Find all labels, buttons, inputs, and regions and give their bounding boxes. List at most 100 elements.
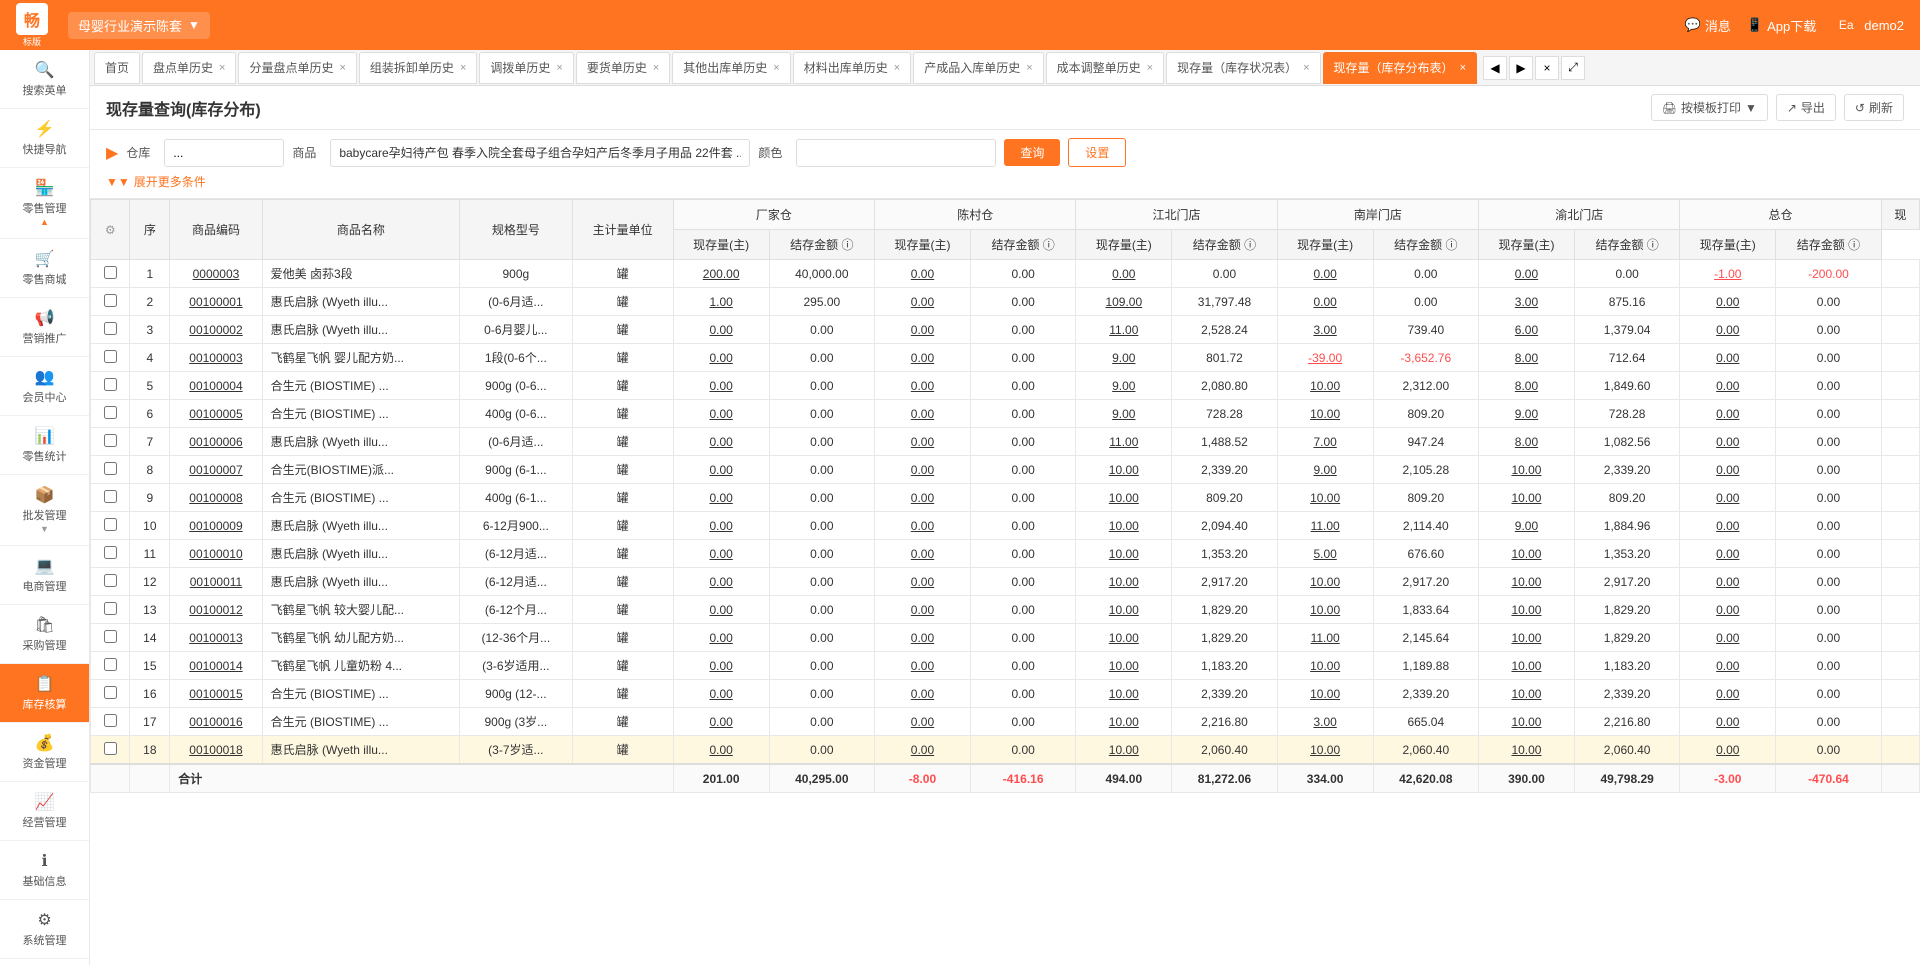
row-select[interactable] bbox=[91, 400, 130, 428]
sidebar-item-finance[interactable]: 💰 资金管理 bbox=[0, 723, 89, 782]
sidebar-item-operations[interactable]: 📈 经营管理 bbox=[0, 782, 89, 841]
row-code[interactable]: 00100014 bbox=[170, 652, 262, 680]
row-select[interactable] bbox=[91, 624, 130, 652]
row-total-stock[interactable]: 0.00 bbox=[1680, 568, 1776, 596]
tab-finished-in[interactable]: 产成品入库单历史 × bbox=[913, 52, 1043, 84]
row-total-stock[interactable]: 0.00 bbox=[1680, 540, 1776, 568]
row-code[interactable]: 00100005 bbox=[170, 400, 262, 428]
row-factory-stock[interactable]: 0.00 bbox=[673, 624, 769, 652]
row-checkbox[interactable] bbox=[104, 742, 117, 755]
row-select[interactable] bbox=[91, 652, 130, 680]
tab-expand-btn[interactable]: ⤢ bbox=[1561, 56, 1585, 80]
row-nanan-stock[interactable]: 10.00 bbox=[1277, 596, 1373, 624]
sidebar-item-retail[interactable]: 🏪 零售管理 ▲ bbox=[0, 168, 89, 239]
row-factory-stock[interactable]: 0.00 bbox=[673, 344, 769, 372]
row-nanan-stock[interactable]: 5.00 bbox=[1277, 540, 1373, 568]
row-checkbox[interactable] bbox=[104, 434, 117, 447]
row-chen-stock[interactable]: 0.00 bbox=[875, 512, 971, 540]
sidebar-item-mall[interactable]: 🛒 零售商城 bbox=[0, 239, 89, 298]
row-select[interactable] bbox=[91, 288, 130, 316]
row-yubei-stock[interactable]: 3.00 bbox=[1479, 288, 1575, 316]
row-chen-stock[interactable]: 0.00 bbox=[875, 624, 971, 652]
row-checkbox[interactable] bbox=[104, 574, 117, 587]
table-container[interactable]: ⚙ 序 商品编码 商品名称 规格型号 主计量单位 厂家仓 陈村仓 江北门店 南岸… bbox=[90, 199, 1920, 965]
close-icon[interactable]: × bbox=[773, 62, 779, 74]
row-checkbox[interactable] bbox=[104, 518, 117, 531]
tab-material-out[interactable]: 材料出库单历史 × bbox=[793, 52, 911, 84]
tab-transfer[interactable]: 调拨单历史 × bbox=[479, 52, 573, 84]
row-yubei-stock[interactable]: 10.00 bbox=[1479, 568, 1575, 596]
row-jiangbei-stock[interactable]: 11.00 bbox=[1076, 316, 1172, 344]
row-yubei-stock[interactable]: 10.00 bbox=[1479, 708, 1575, 736]
row-nanan-stock[interactable]: 10.00 bbox=[1277, 484, 1373, 512]
close-icon[interactable]: × bbox=[1460, 62, 1466, 74]
row-total-stock[interactable]: 0.00 bbox=[1680, 596, 1776, 624]
row-checkbox[interactable] bbox=[104, 490, 117, 503]
tab-stock-status[interactable]: 现存量（库存状况表） × bbox=[1166, 52, 1320, 84]
row-yubei-stock[interactable]: 0.00 bbox=[1479, 260, 1575, 288]
row-code[interactable]: 00100003 bbox=[170, 344, 262, 372]
row-yubei-stock[interactable]: 9.00 bbox=[1479, 512, 1575, 540]
tab-next-btn[interactable]: ▶ bbox=[1509, 56, 1533, 80]
row-jiangbei-stock[interactable]: 10.00 bbox=[1076, 680, 1172, 708]
row-select[interactable] bbox=[91, 316, 130, 344]
row-factory-stock[interactable]: 0.00 bbox=[673, 428, 769, 456]
row-select[interactable] bbox=[91, 596, 130, 624]
row-yubei-stock[interactable]: 10.00 bbox=[1479, 736, 1575, 765]
row-nanan-stock[interactable]: 7.00 bbox=[1277, 428, 1373, 456]
row-total-stock[interactable]: 0.00 bbox=[1680, 652, 1776, 680]
row-chen-stock[interactable]: 0.00 bbox=[875, 428, 971, 456]
warehouse-input[interactable] bbox=[164, 139, 284, 167]
row-select[interactable] bbox=[91, 344, 130, 372]
collapse-arrow[interactable]: ▶ bbox=[106, 143, 118, 163]
row-factory-stock[interactable]: 0.00 bbox=[673, 568, 769, 596]
row-yubei-stock[interactable]: 6.00 bbox=[1479, 316, 1575, 344]
row-jiangbei-stock[interactable]: 10.00 bbox=[1076, 540, 1172, 568]
row-code[interactable]: 00100006 bbox=[170, 428, 262, 456]
row-total-stock[interactable]: 0.00 bbox=[1680, 736, 1776, 765]
row-factory-stock[interactable]: 0.00 bbox=[673, 708, 769, 736]
row-factory-stock[interactable]: 0.00 bbox=[673, 736, 769, 765]
goods-input[interactable] bbox=[330, 139, 750, 167]
sidebar-item-member[interactable]: 👥 会员中心 bbox=[0, 357, 89, 416]
row-chen-stock[interactable]: 0.00 bbox=[875, 344, 971, 372]
row-nanan-stock[interactable]: 10.00 bbox=[1277, 680, 1373, 708]
color-input[interactable] bbox=[796, 139, 996, 167]
row-chen-stock[interactable]: 0.00 bbox=[875, 372, 971, 400]
row-select[interactable] bbox=[91, 736, 130, 765]
sidebar-item-wholesale[interactable]: 📦 批发管理 ▼ bbox=[0, 475, 89, 546]
row-checkbox[interactable] bbox=[104, 546, 117, 559]
row-total-stock[interactable]: 0.00 bbox=[1680, 624, 1776, 652]
close-icon[interactable]: × bbox=[1026, 62, 1032, 74]
row-factory-stock[interactable]: 0.00 bbox=[673, 484, 769, 512]
row-yubei-stock[interactable]: 8.00 bbox=[1479, 428, 1575, 456]
row-nanan-stock[interactable]: 3.00 bbox=[1277, 708, 1373, 736]
row-jiangbei-stock[interactable]: 9.00 bbox=[1076, 400, 1172, 428]
row-factory-stock[interactable]: 0.00 bbox=[673, 680, 769, 708]
row-select[interactable] bbox=[91, 540, 130, 568]
row-code[interactable]: 00100004 bbox=[170, 372, 262, 400]
row-jiangbei-stock[interactable]: 0.00 bbox=[1076, 260, 1172, 288]
row-checkbox[interactable] bbox=[104, 686, 117, 699]
row-yubei-stock[interactable]: 10.00 bbox=[1479, 540, 1575, 568]
row-nanan-stock[interactable]: 11.00 bbox=[1277, 624, 1373, 652]
row-select[interactable] bbox=[91, 372, 130, 400]
row-chen-stock[interactable]: 0.00 bbox=[875, 540, 971, 568]
row-total-stock[interactable]: 0.00 bbox=[1680, 484, 1776, 512]
row-chen-stock[interactable]: 0.00 bbox=[875, 456, 971, 484]
row-total-stock[interactable]: 0.00 bbox=[1680, 288, 1776, 316]
row-factory-stock[interactable]: 0.00 bbox=[673, 372, 769, 400]
row-factory-stock[interactable]: 0.00 bbox=[673, 456, 769, 484]
row-code[interactable]: 00100009 bbox=[170, 512, 262, 540]
tab-inventory-check[interactable]: 盘点单历史 × bbox=[142, 52, 236, 84]
tab-close-all-btn[interactable]: × bbox=[1535, 56, 1559, 80]
row-factory-stock[interactable]: 1.00 bbox=[673, 288, 769, 316]
row-jiangbei-stock[interactable]: 10.00 bbox=[1076, 568, 1172, 596]
row-nanan-stock[interactable]: 10.00 bbox=[1277, 372, 1373, 400]
sidebar-item-stats[interactable]: 📊 零售统计 bbox=[0, 416, 89, 475]
close-icon[interactable]: × bbox=[1303, 62, 1309, 74]
row-nanan-stock[interactable]: 3.00 bbox=[1277, 316, 1373, 344]
sidebar-item-inventory[interactable]: 📋 库存核算 bbox=[0, 664, 89, 723]
row-select[interactable] bbox=[91, 568, 130, 596]
row-checkbox[interactable] bbox=[104, 378, 117, 391]
